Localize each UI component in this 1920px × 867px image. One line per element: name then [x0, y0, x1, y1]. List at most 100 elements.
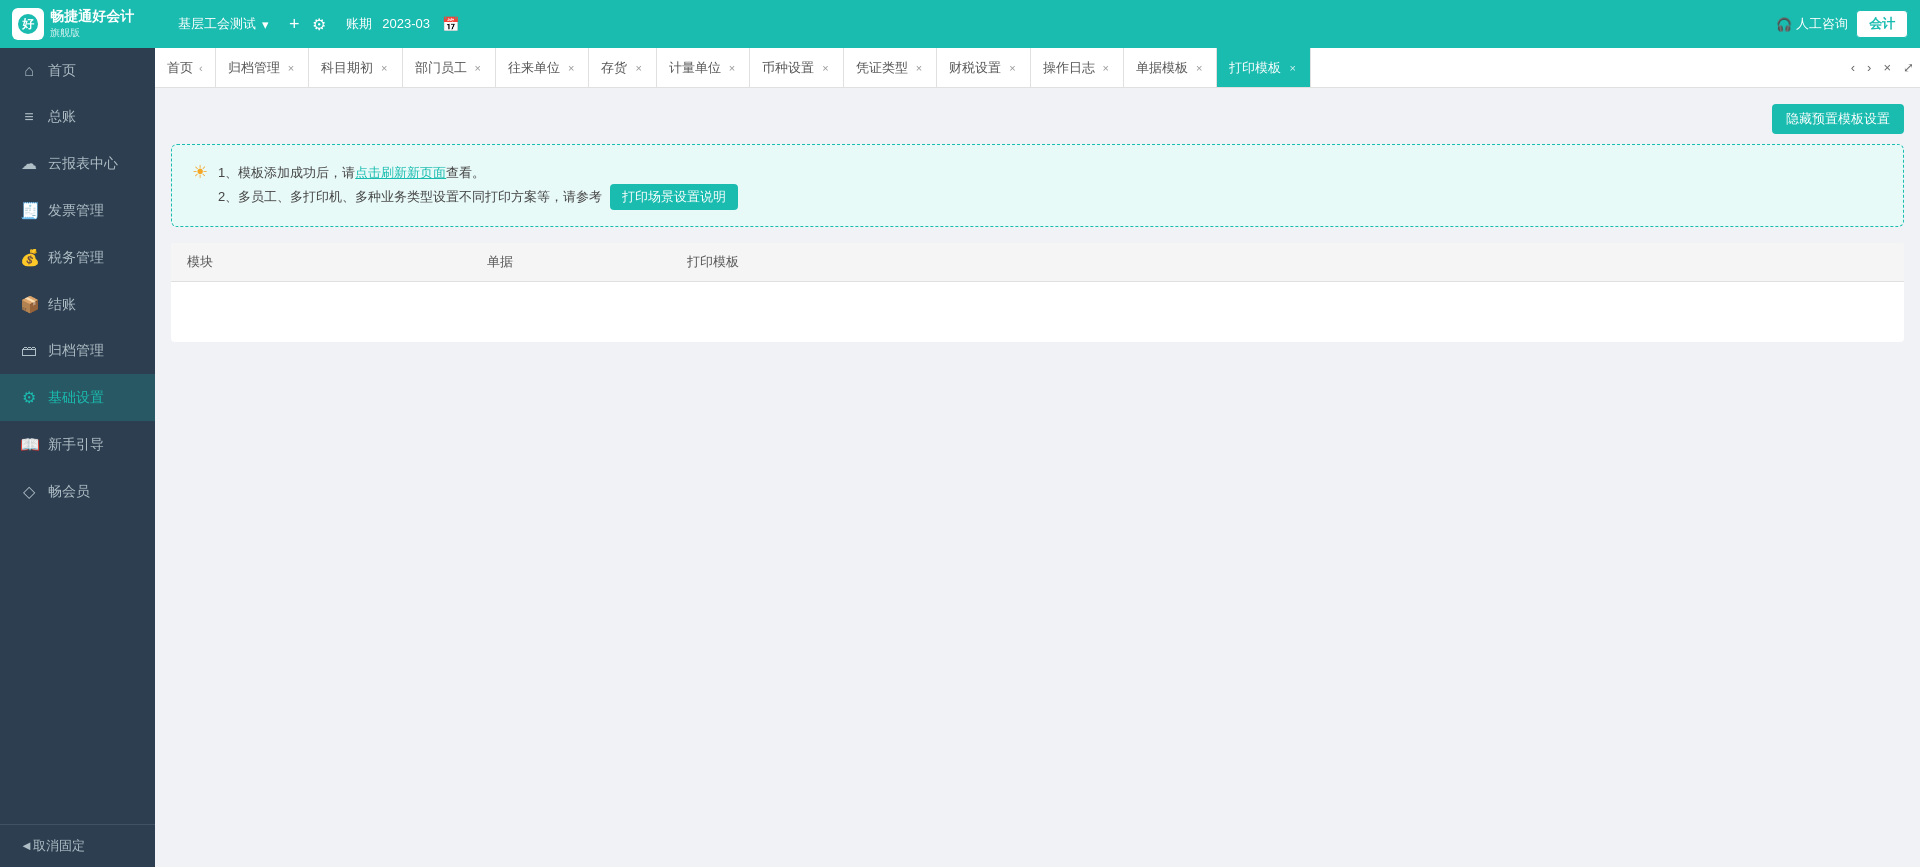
- dropdown-icon: ▾: [262, 17, 269, 32]
- sidebar-item-guide[interactable]: 📖 新手引导: [0, 421, 155, 468]
- table-container: 模块 单据 打印模板: [171, 243, 1904, 342]
- settle-icon: 📦: [20, 295, 38, 314]
- sidebar-item-settings[interactable]: ⚙ 基础设置: [0, 374, 155, 421]
- sidebar-item-tax[interactable]: 💰 税务管理: [0, 234, 155, 281]
- unpin-label: ◄取消固定: [20, 837, 85, 855]
- tab-label: 操作日志: [1043, 59, 1095, 77]
- invoice-icon: 🧾: [20, 201, 38, 220]
- tab-label: 币种设置: [762, 59, 814, 77]
- tab-print-tmpl[interactable]: 打印模板 ×: [1217, 48, 1310, 87]
- top-actions: 🎧 人工咨询 会计: [1776, 10, 1908, 38]
- tab-label: 财税设置: [949, 59, 1001, 77]
- sidebar-item-label: 发票管理: [48, 202, 104, 220]
- ai-consult-button[interactable]: 🎧 人工咨询: [1776, 15, 1848, 33]
- tab-close-icon[interactable]: ×: [1287, 61, 1297, 75]
- tab-close-icon[interactable]: ×: [379, 61, 389, 75]
- tab-bar: 首页 ‹ 归档管理 × 科目期初 × 部门员工 × 往来单位 × 存货 ×: [155, 48, 1920, 88]
- info-text: 1、模板添加成功后，请点击刷新新页面查看。 2、多员工、多打印机、多种业务类型设…: [218, 161, 738, 210]
- tab-close-icon[interactable]: ×: [633, 61, 643, 75]
- sidebar-item-label: 新手引导: [48, 436, 104, 454]
- app-sub: 旗舰版: [50, 26, 134, 40]
- tab-prev-icon: ‹: [199, 62, 203, 74]
- main-layout: ⌂ 首页 ≡ 总账 ☁ 云报表中心 🧾 发票管理 💰 税务管理 📦 结账 🗃 归…: [0, 48, 1920, 867]
- tab-expand-button[interactable]: ⤢: [1897, 48, 1920, 87]
- tab-close-icon[interactable]: ×: [473, 61, 483, 75]
- tab-stock[interactable]: 存货 ×: [589, 48, 656, 87]
- sidebar-item-label: 总账: [48, 108, 76, 126]
- col-print-tmpl: 打印模板: [671, 243, 1904, 281]
- settings-icon: ⚙: [20, 388, 38, 407]
- sidebar-item-member[interactable]: ◇ 畅会员: [0, 468, 155, 515]
- tab-label: 科目期初: [321, 59, 373, 77]
- tab-close-icon[interactable]: ×: [820, 61, 830, 75]
- sidebar-item-reports[interactable]: ☁ 云报表中心: [0, 140, 155, 187]
- tab-dept[interactable]: 部门员工 ×: [403, 48, 496, 87]
- hide-preview-button[interactable]: 隐藏预置模板设置: [1772, 104, 1904, 134]
- tab-unit[interactable]: 计量单位 ×: [657, 48, 750, 87]
- sidebar-item-label: 云报表中心: [48, 155, 118, 173]
- tab-label: 存货: [601, 59, 627, 77]
- tab-label: 归档管理: [228, 59, 280, 77]
- sidebar-item-home[interactable]: ⌂ 首页: [0, 48, 155, 94]
- tab-currency[interactable]: 币种设置 ×: [750, 48, 843, 87]
- page-content: 隐藏预置模板设置 ☀ 1、模板添加成功后，请点击刷新新页面查看。 2、多员工、多…: [155, 88, 1920, 867]
- tab-close-icon[interactable]: ×: [727, 61, 737, 75]
- tab-close-icon[interactable]: ×: [1007, 61, 1017, 75]
- sidebar-item-ledger[interactable]: ≡ 总账: [0, 94, 155, 140]
- col-module: 模块: [171, 243, 471, 281]
- info-banner-content: ☀ 1、模板添加成功后，请点击刷新新页面查看。 2、多员工、多打印机、多种业务类…: [192, 161, 1883, 210]
- tab-prev-button[interactable]: ‹: [1845, 48, 1861, 87]
- calendar-icon[interactable]: 📅: [442, 16, 459, 32]
- sidebar-item-label: 畅会员: [48, 483, 90, 501]
- project-name: 基层工会测试: [178, 15, 256, 33]
- tab-label: 首页: [167, 59, 193, 77]
- info-line1-after: 查看。: [446, 165, 485, 180]
- tab-single-tmpl[interactable]: 单据模板 ×: [1124, 48, 1217, 87]
- tab-close-icon[interactable]: ×: [566, 61, 576, 75]
- tab-close-icon[interactable]: ×: [286, 61, 296, 75]
- home-icon: ⌂: [20, 62, 38, 80]
- headset-icon: 🎧: [1776, 17, 1792, 32]
- tab-close-icon[interactable]: ×: [1194, 61, 1204, 75]
- tab-label: 往来单位: [508, 59, 560, 77]
- tab-label: 计量单位: [669, 59, 721, 77]
- top-bar: 好 畅捷通好会计 旗舰版 基层工会测试 ▾ + ⚙ 账期 2023-03 📅 🎧…: [0, 0, 1920, 48]
- tab-label: 打印模板: [1229, 59, 1281, 77]
- tab-vendor[interactable]: 往来单位 ×: [496, 48, 589, 87]
- guide-icon: 📖: [20, 435, 38, 454]
- project-selector[interactable]: 基层工会测试 ▾: [170, 11, 277, 37]
- sidebar-item-label: 结账: [48, 296, 76, 314]
- sidebar-item-archive[interactable]: 🗃 归档管理: [0, 328, 155, 374]
- tab-voucher[interactable]: 凭证类型 ×: [844, 48, 937, 87]
- sidebar-item-label: 首页: [48, 62, 76, 80]
- tab-close-icon[interactable]: ×: [914, 61, 924, 75]
- add-icon[interactable]: +: [289, 14, 300, 35]
- scene-settings-button[interactable]: 打印场景设置说明: [610, 184, 738, 210]
- tab-tax-set[interactable]: 财税设置 ×: [937, 48, 1030, 87]
- tab-archive[interactable]: 归档管理 ×: [216, 48, 309, 87]
- tab-oplog[interactable]: 操作日志 ×: [1031, 48, 1124, 87]
- sidebar-item-label: 基础设置: [48, 389, 104, 407]
- account-button[interactable]: 会计: [1856, 10, 1908, 38]
- cloud-icon: ☁: [20, 154, 38, 173]
- tab-close-all-button[interactable]: ×: [1877, 48, 1897, 87]
- tab-home[interactable]: 首页 ‹: [155, 48, 216, 87]
- sidebar-item-invoice[interactable]: 🧾 发票管理: [0, 187, 155, 234]
- ledger-icon: ≡: [20, 108, 38, 126]
- refresh-link[interactable]: 点击刷新新页面: [355, 165, 446, 180]
- tax-icon: 💰: [20, 248, 38, 267]
- tab-label: 部门员工: [415, 59, 467, 77]
- settings-icon[interactable]: ⚙: [312, 15, 326, 34]
- action-bar: 隐藏预置模板设置: [171, 104, 1904, 134]
- period-label: 账期 2023-03: [346, 15, 431, 33]
- table-header: 模块 单据 打印模板: [171, 243, 1904, 282]
- unpin-button[interactable]: ◄取消固定: [0, 824, 155, 867]
- tab-subject[interactable]: 科目期初 ×: [309, 48, 402, 87]
- tab-label: 单据模板: [1136, 59, 1188, 77]
- lightbulb-icon: ☀: [192, 161, 208, 183]
- tab-close-icon[interactable]: ×: [1101, 61, 1111, 75]
- info-line2: 2、多员工、多打印机、多种业务类型设置不同打印方案等，请参考: [218, 189, 602, 204]
- sidebar-item-settle[interactable]: 📦 结账: [0, 281, 155, 328]
- content-area: 首页 ‹ 归档管理 × 科目期初 × 部门员工 × 往来单位 × 存货 ×: [155, 48, 1920, 867]
- tab-next-button[interactable]: ›: [1861, 48, 1877, 87]
